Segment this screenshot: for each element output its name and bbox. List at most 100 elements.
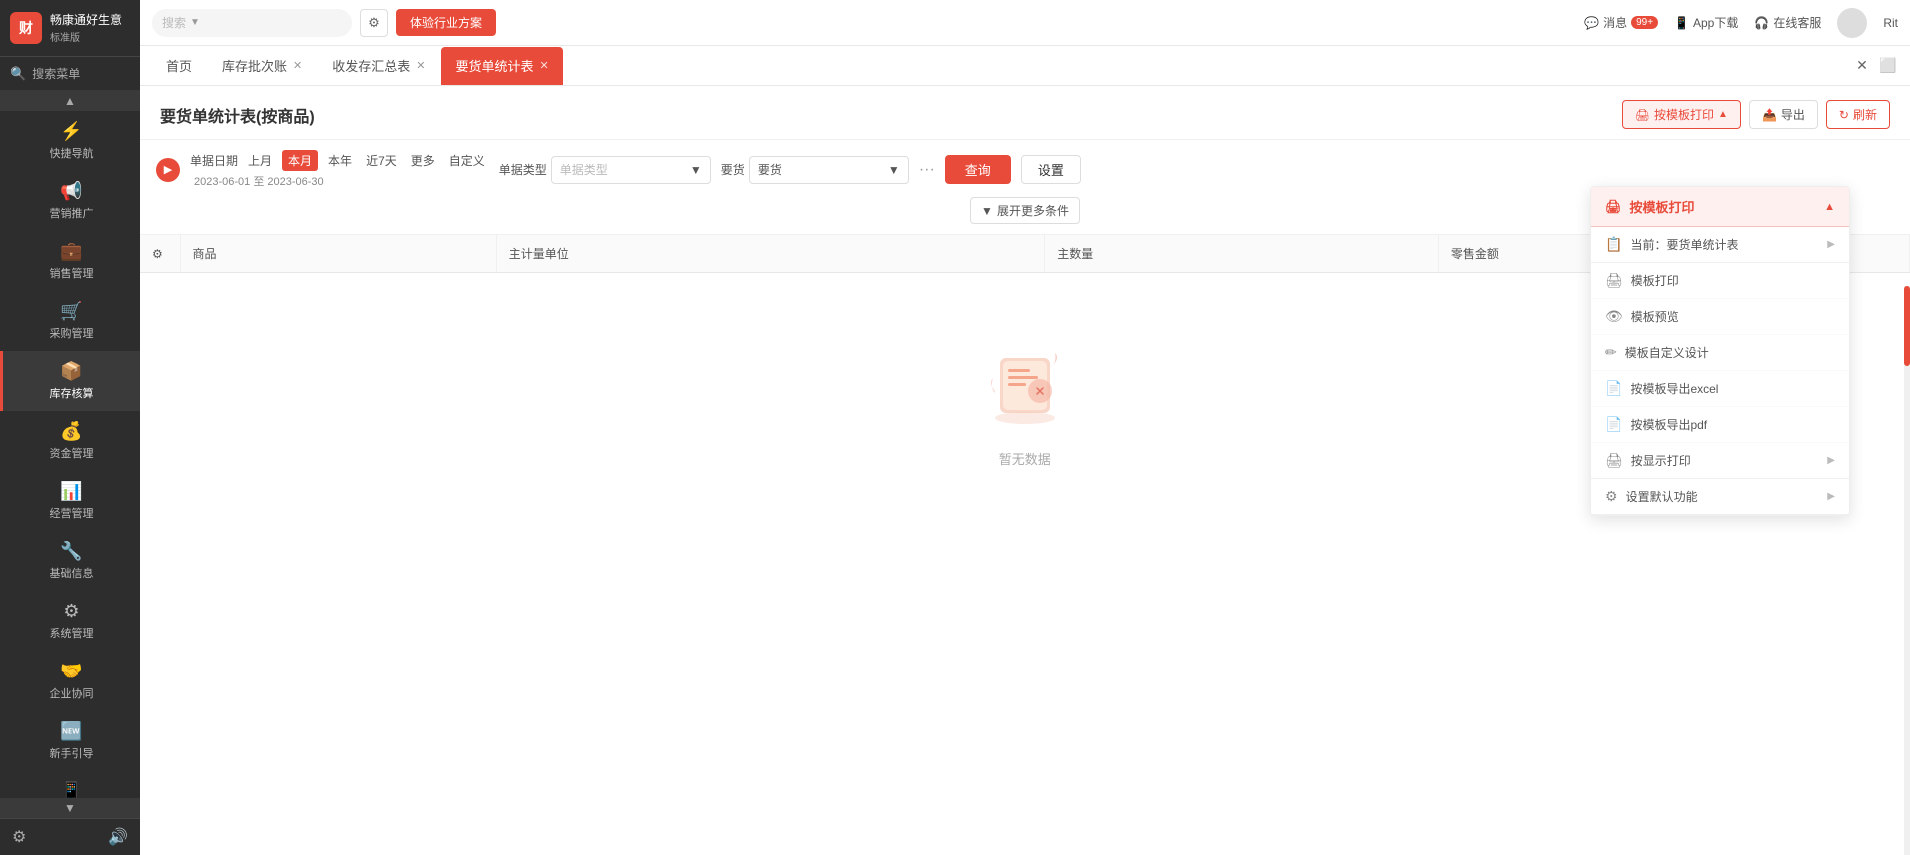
dropdown-item-export-excel[interactable]: 📄 按模板导出excel: [1591, 371, 1849, 407]
print-chevron-icon: ▲: [1718, 109, 1728, 120]
sidebar-item-enterprise[interactable]: 🤝 企业协同: [0, 651, 140, 711]
dropdown-header-left: 🖨 按模板打印: [1605, 197, 1695, 216]
username: Rit: [1883, 16, 1898, 30]
guide-icon: 🆕: [60, 721, 82, 742]
refresh-button[interactable]: ↻ 刷新: [1826, 100, 1890, 129]
empty-text: 暂无数据: [999, 449, 1051, 468]
app-download-button[interactable]: 📱 App下载: [1674, 14, 1738, 31]
dropdown-item-template-custom[interactable]: ✏ 模板自定义设计: [1591, 335, 1849, 371]
order-type-label: 单据类型: [499, 161, 547, 178]
sidebar-scroll-down[interactable]: ▼: [0, 798, 140, 818]
dropdown-collapse-icon[interactable]: ▲: [1824, 201, 1835, 213]
purchase-icon: 🛒: [60, 301, 82, 322]
app-version: 标准版: [50, 29, 122, 44]
dropdown-header[interactable]: 🖨 按模板打印 ▲: [1591, 187, 1849, 227]
sidebar-item-basic[interactable]: 🔧 基础信息: [0, 531, 140, 591]
tab-receipt-summary[interactable]: 收发存汇总表 ✕: [318, 47, 439, 85]
date-last7days[interactable]: 近7天: [362, 150, 401, 171]
empty-icon: [975, 333, 1075, 433]
query-button[interactable]: 查询: [945, 155, 1011, 184]
sidebar-item-purchase[interactable]: 🛒 采购管理: [0, 291, 140, 351]
tab-close-inventory-batch[interactable]: ✕: [293, 59, 302, 72]
sidebar-item-label: 采购管理: [50, 325, 94, 341]
dropdown-item-template-preview[interactable]: 👁 模板预览: [1591, 299, 1849, 335]
sidebar-item-quick-nav[interactable]: ⚡ 快捷导航: [0, 111, 140, 171]
export-label: 导出: [1781, 106, 1805, 123]
sidebar-item-label: 基础信息: [50, 565, 94, 581]
filter-toggle-button[interactable]: ▶: [156, 158, 180, 182]
template-custom-label: 模板自定义设计: [1625, 344, 1835, 361]
app-center-icon: 📱: [60, 781, 82, 798]
date-prev-month[interactable]: 上月: [244, 150, 276, 171]
page-title: 要货单统计表(按商品): [160, 103, 315, 127]
dropdown-item-template-print[interactable]: 🖨 模板打印: [1591, 263, 1849, 299]
date-current-year[interactable]: 本年: [324, 150, 356, 171]
tab-inventory-batch[interactable]: 库存批次账 ✕: [208, 47, 316, 85]
order-category-value: 要货: [758, 161, 782, 178]
close-window-button[interactable]: ✕: [1852, 56, 1872, 76]
date-options: 单据日期 上月 本月 本年 近7天 更多 自定义: [190, 150, 489, 171]
export-pdf-label: 按模板导出pdf: [1630, 416, 1835, 433]
system-icon: ⚙: [63, 601, 79, 622]
tab-close-order-stats[interactable]: ✕: [540, 59, 549, 72]
sidebar-item-label: 资金管理: [50, 445, 94, 461]
sidebar: 财 畅康通好生意 标准版 🔍 搜索菜单 ▲ ⚡ 快捷导航 📢 营销推广 💼 销售…: [0, 0, 140, 855]
settings-button[interactable]: 设置: [1021, 155, 1081, 184]
sidebar-item-sales[interactable]: 💼 销售管理: [0, 231, 140, 291]
template-preview-label: 模板预览: [1631, 308, 1835, 325]
message-button[interactable]: 💬 消息 99+: [1584, 14, 1658, 31]
settings-footer-icon[interactable]: ⚙: [12, 827, 26, 847]
tab-order-stats[interactable]: 要货单统计表 ✕: [441, 47, 562, 85]
default-func-left: ⚙ 设置默认功能: [1605, 488, 1698, 505]
scroll-thumb: [1904, 286, 1910, 366]
date-more[interactable]: 更多: [407, 150, 439, 171]
top-search-input[interactable]: 搜索 ▼: [152, 9, 352, 37]
sidebar-item-label: 营销推广: [50, 205, 94, 221]
tab-home-label: 首页: [166, 56, 192, 75]
default-func-label: 设置默认功能: [1626, 488, 1698, 505]
default-func-section[interactable]: ⚙ 设置默认功能 ▶: [1591, 479, 1849, 515]
settings-col-icon[interactable]: ⚙: [152, 247, 163, 261]
tab-close-receipt-summary[interactable]: ✕: [416, 59, 425, 72]
message-badge: 99+: [1631, 16, 1658, 29]
date-current-month[interactable]: 本月: [282, 150, 318, 171]
expand-more-btn[interactable]: ▼ 展开更多条件: [970, 197, 1080, 224]
avatar[interactable]: [1837, 8, 1867, 38]
tab-label: 库存批次账: [222, 56, 287, 75]
tab-bar: 首页 库存批次账 ✕ 收发存汇总表 ✕ 要货单统计表 ✕ ✕ ⬜: [140, 46, 1910, 86]
right-scrollbar[interactable]: [1904, 286, 1910, 855]
sidebar-item-inventory[interactable]: 📦 库存核算: [0, 351, 140, 411]
template-preview-icon: 👁: [1605, 308, 1623, 325]
sidebar-footer: ⚙ 🔊: [0, 818, 140, 855]
display-print-left: 🖨 按显示打印: [1605, 452, 1691, 469]
inventory-icon: 📦: [60, 361, 82, 382]
date-custom[interactable]: 自定义: [445, 150, 489, 171]
sidebar-item-finance[interactable]: 💰 资金管理: [0, 411, 140, 471]
search-label: 搜索菜单: [32, 65, 80, 82]
more-actions-icon[interactable]: ···: [919, 161, 935, 179]
order-category-select[interactable]: 要货 ▼: [749, 156, 909, 184]
sidebar-scroll-up[interactable]: ▲: [0, 91, 140, 111]
sidebar-logo: 财 畅康通好生意 标准版: [0, 0, 140, 57]
display-print-section[interactable]: 🖨 按显示打印 ▶: [1591, 443, 1849, 479]
sidebar-item-guide[interactable]: 🆕 新手引导: [0, 711, 140, 771]
export-button[interactable]: 📤 导出: [1749, 100, 1818, 129]
sidebar-item-operation[interactable]: 📊 经营管理: [0, 471, 140, 531]
online-service-button[interactable]: 🎧 在线客服: [1754, 14, 1821, 31]
order-type-select[interactable]: 单据类型 ▼: [551, 156, 711, 184]
dropdown-item-export-pdf[interactable]: 📄 按模板导出pdf: [1591, 407, 1849, 443]
gear-button[interactable]: ⚙: [360, 9, 388, 37]
print-template-button[interactable]: 🖨 按模板打印 ▲: [1622, 100, 1741, 129]
trial-button[interactable]: 体验行业方案: [396, 9, 496, 36]
current-template-item[interactable]: 📋 当前：要货单统计表 ▶: [1591, 227, 1849, 263]
sidebar-item-system[interactable]: ⚙ 系统管理: [0, 591, 140, 651]
current-template-icon: 📋: [1605, 236, 1622, 253]
maximize-window-button[interactable]: ⬜: [1878, 56, 1898, 76]
sidebar-item-app-center[interactable]: 📱 应用中心: [0, 771, 140, 798]
sidebar-item-label: 快捷导航: [50, 145, 94, 161]
sidebar-item-marketing[interactable]: 📢 营销推广: [0, 171, 140, 231]
speaker-icon[interactable]: 🔊: [108, 827, 128, 847]
tab-home[interactable]: 首页: [152, 47, 206, 85]
sidebar-search[interactable]: 🔍 搜索菜单: [0, 57, 140, 91]
print-icon: 🖨: [1635, 108, 1650, 122]
